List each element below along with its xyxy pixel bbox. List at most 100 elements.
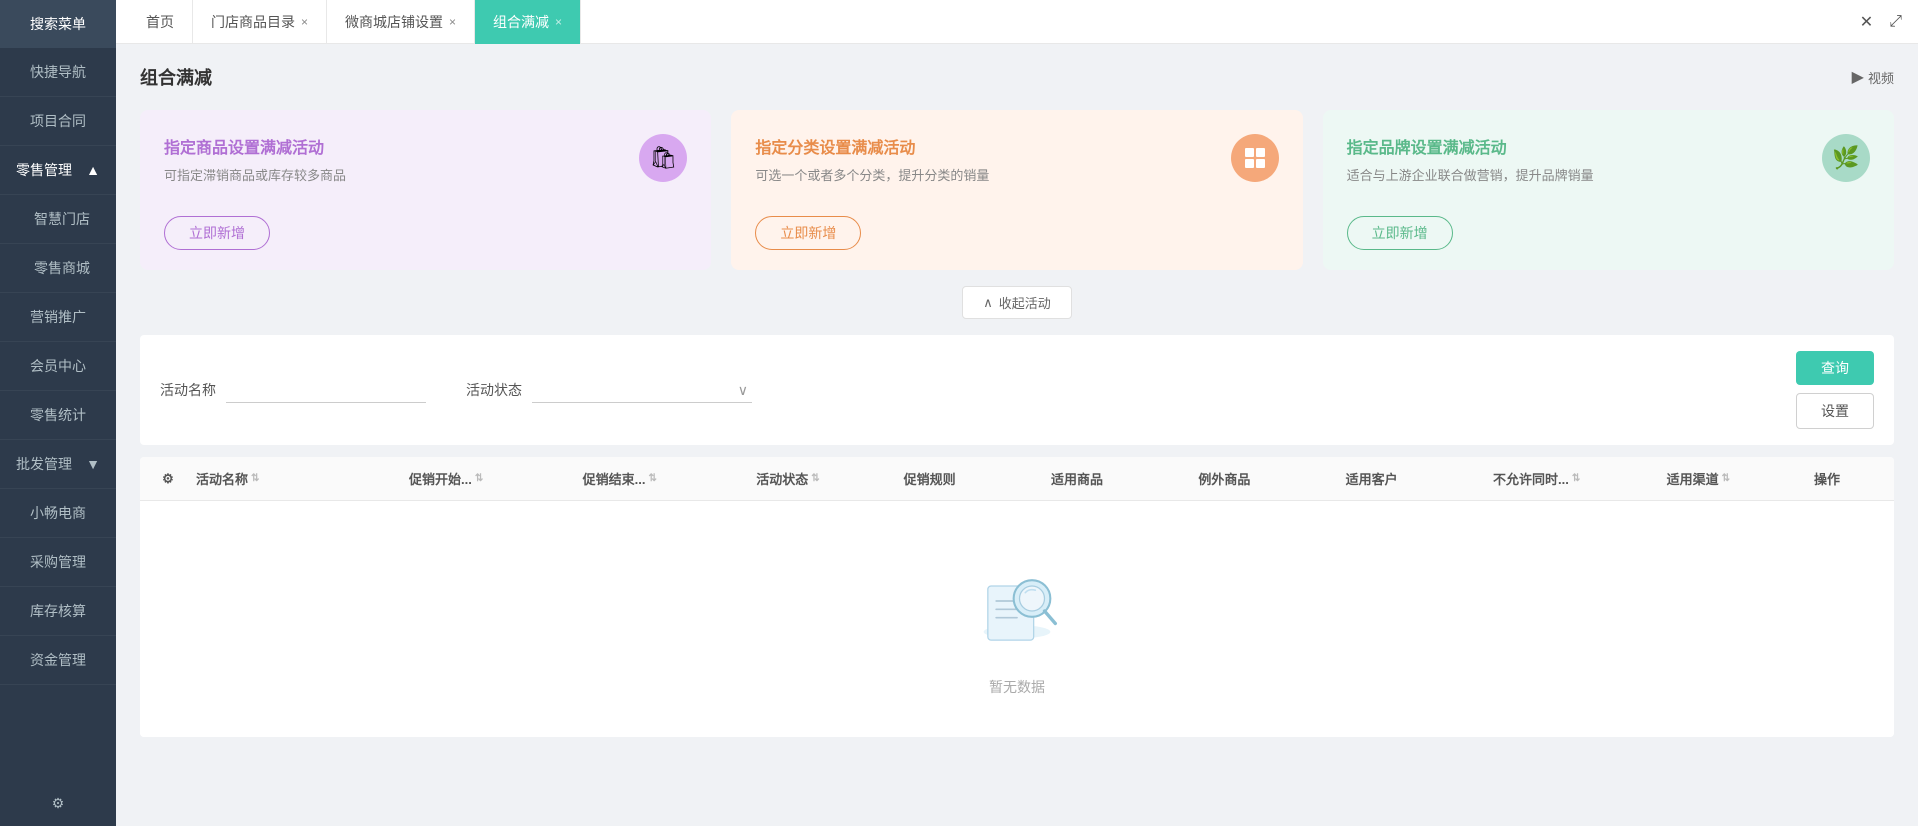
video-link[interactable]: ▶ 视频: [1852, 67, 1894, 87]
collapse-btn[interactable]: ∧ 收起活动: [962, 286, 1072, 319]
filter-name-input[interactable]: [226, 378, 426, 403]
filter-status-label: 活动状态: [466, 380, 522, 400]
sidebar-item-project-contract[interactable]: 项目合同: [0, 97, 116, 146]
th-nodup-sort-icon: ⇅: [1572, 473, 1580, 484]
sidebar-item-xiaochangec[interactable]: 小畅电商: [0, 489, 116, 538]
collapse-btn-label: 收起活动: [999, 293, 1051, 312]
brand-card-add-btn[interactable]: 立即新增: [1347, 216, 1453, 250]
th-goods: 适用商品: [1043, 469, 1190, 488]
play-circle-icon: ▶: [1852, 67, 1864, 87]
filter-actions: 查询 设置: [1796, 351, 1874, 429]
table-header: ⚙ 活动名称 ⇅ 促销开始... ⇅ 促销结束... ⇅ 活动状态 ⇅: [140, 457, 1894, 501]
th-channel-label: 适用渠道: [1667, 469, 1719, 488]
chevron-up-icon: ∧: [983, 295, 993, 311]
category-card: 指定分类设置满减活动 可选一个或者多个分类，提升分类的销量 立即新增: [731, 110, 1302, 270]
video-label: 视频: [1868, 68, 1894, 87]
sidebar: 搜索菜单 快捷导航 项目合同 零售管理 ▲ 智慧门店 零售商城 营销推广 会员中…: [0, 0, 116, 826]
th-name-label: 活动名称: [196, 469, 248, 488]
filter-name-label: 活动名称: [160, 380, 216, 400]
brand-card: 🌿 指定品牌设置满减活动 适合与上游企业联合做营销，提升品牌销量 立即新增: [1323, 110, 1894, 270]
sidebar-item-retail-mgmt-label: 零售管理: [16, 160, 72, 180]
window-close-btn[interactable]: ✕: [1856, 8, 1877, 36]
tab-wechat-shop-close[interactable]: ×: [449, 15, 456, 29]
th-customer: 适用客户: [1338, 469, 1485, 488]
tabbar: 首页 门店商品目录 × 微商城店铺设置 × 组合满减 × ✕ ⤢: [116, 0, 1918, 44]
tab-store-catalog[interactable]: 门店商品目录 ×: [193, 0, 327, 44]
th-name[interactable]: 活动名称 ⇅: [188, 469, 401, 488]
setting-btn[interactable]: 设置: [1796, 393, 1874, 429]
tab-wechat-shop[interactable]: 微商城店铺设置 ×: [327, 0, 475, 44]
sidebar-search[interactable]: 搜索菜单: [0, 0, 116, 48]
th-channel-sort-icon: ⇅: [1722, 473, 1730, 484]
th-channel[interactable]: 适用渠道 ⇅: [1659, 469, 1806, 488]
filter-status-input[interactable]: [532, 378, 752, 403]
th-gear[interactable]: ⚙: [148, 471, 188, 487]
th-nodup[interactable]: 不允许同时... ⇅: [1485, 469, 1659, 488]
sidebar-settings[interactable]: ⚙: [0, 781, 116, 826]
th-end-sort-icon: ⇅: [649, 473, 657, 484]
th-customer-label: 适用客户: [1346, 469, 1398, 488]
sidebar-item-retail-stats[interactable]: 零售统计: [0, 391, 116, 440]
product-card-icon: 🛍: [639, 134, 687, 182]
tab-combo-discount-close[interactable]: ×: [555, 15, 562, 29]
tab-home[interactable]: 首页: [128, 0, 193, 44]
gear-icon: ⚙: [52, 795, 65, 811]
th-status[interactable]: 活动状态 ⇅: [748, 469, 895, 488]
page-content: 组合满减 ▶ 视频 🛍 指定商品设置满减活动 可指定滞销商品或库存较多商品 立即…: [116, 44, 1918, 826]
filter-row: 活动名称 活动状态 ∨ 查询 设置: [140, 335, 1894, 445]
th-nodup-label: 不允许同时...: [1493, 469, 1569, 488]
chevron-down-icon: ▼: [86, 456, 100, 472]
sidebar-item-retail-mgmt[interactable]: 零售管理 ▲: [0, 146, 116, 195]
filter-name-item: 活动名称: [160, 378, 426, 403]
page-header: 组合满减 ▶ 视频: [140, 64, 1894, 90]
query-btn[interactable]: 查询: [1796, 351, 1874, 385]
category-card-icon: [1231, 134, 1279, 182]
window-maximize-btn[interactable]: ⤢: [1885, 8, 1906, 36]
empty-illustration: [957, 561, 1077, 661]
th-except-label: 例外商品: [1198, 469, 1250, 488]
tabbar-actions: ✕ ⤢: [1856, 8, 1906, 36]
category-card-add-btn[interactable]: 立即新增: [755, 216, 861, 250]
cards-row: 🛍 指定商品设置满减活动 可指定滞销商品或库存较多商品 立即新增: [140, 110, 1894, 270]
product-card-title: 指定商品设置满减活动: [164, 134, 687, 158]
table-wrap: ⚙ 活动名称 ⇅ 促销开始... ⇅ 促销结束... ⇅ 活动状态 ⇅: [140, 457, 1894, 737]
th-status-sort-icon: ⇅: [811, 473, 819, 484]
product-card-desc: 可指定滞销商品或库存较多商品: [164, 166, 687, 187]
tab-store-catalog-label: 门店商品目录: [211, 12, 295, 32]
tab-combo-discount[interactable]: 组合满减 ×: [475, 0, 581, 44]
product-card-add-btn[interactable]: 立即新增: [164, 216, 270, 250]
sidebar-item-retail-mall[interactable]: 零售商城: [0, 244, 116, 293]
empty-text: 暂无数据: [989, 677, 1045, 697]
product-card: 🛍 指定商品设置满减活动 可指定滞销商品或库存较多商品 立即新增: [140, 110, 711, 270]
brand-card-desc: 适合与上游企业联合做营销，提升品牌销量: [1347, 166, 1870, 187]
sidebar-item-purchase-mgmt[interactable]: 采购管理: [0, 538, 116, 587]
filter-status-select-wrap: ∨: [532, 378, 752, 403]
th-end[interactable]: 促销结束... ⇅: [575, 469, 749, 488]
th-rule: 促销规则: [896, 469, 1043, 488]
th-action-label: 操作: [1814, 469, 1840, 488]
th-end-label: 促销结束...: [583, 469, 646, 488]
sidebar-item-wholesale-mgmt[interactable]: 批发管理 ▼: [0, 440, 116, 489]
tab-wechat-shop-label: 微商城店铺设置: [345, 12, 443, 32]
empty-state: 暂无数据: [140, 501, 1894, 737]
tab-store-catalog-close[interactable]: ×: [301, 15, 308, 29]
main-area: 首页 门店商品目录 × 微商城店铺设置 × 组合满减 × ✕ ⤢ 组合满减 ▶ …: [116, 0, 1918, 826]
sidebar-item-wholesale-label: 批发管理: [16, 454, 72, 474]
tab-combo-discount-label: 组合满减: [493, 12, 549, 32]
sidebar-item-inventory[interactable]: 库存核算: [0, 587, 116, 636]
tab-home-label: 首页: [146, 12, 174, 32]
th-start[interactable]: 促销开始... ⇅: [401, 469, 575, 488]
sidebar-item-fund-mgmt[interactable]: 资金管理: [0, 636, 116, 685]
sidebar-item-member-center[interactable]: 会员中心: [0, 342, 116, 391]
th-start-sort-icon: ⇅: [475, 473, 483, 484]
brand-card-icon: 🌿: [1822, 134, 1870, 182]
th-rule-label: 促销规则: [904, 469, 956, 488]
category-card-title: 指定分类设置满减活动: [755, 134, 1278, 158]
sidebar-item-smart-store[interactable]: 智慧门店: [0, 195, 116, 244]
page-title: 组合满减: [140, 64, 212, 90]
brand-card-title: 指定品牌设置满减活动: [1347, 134, 1870, 158]
sidebar-item-quick-nav[interactable]: 快捷导航: [0, 48, 116, 97]
collapse-bar: ∧ 收起活动: [140, 286, 1894, 319]
th-start-label: 促销开始...: [409, 469, 472, 488]
sidebar-item-marketing[interactable]: 营销推广: [0, 293, 116, 342]
